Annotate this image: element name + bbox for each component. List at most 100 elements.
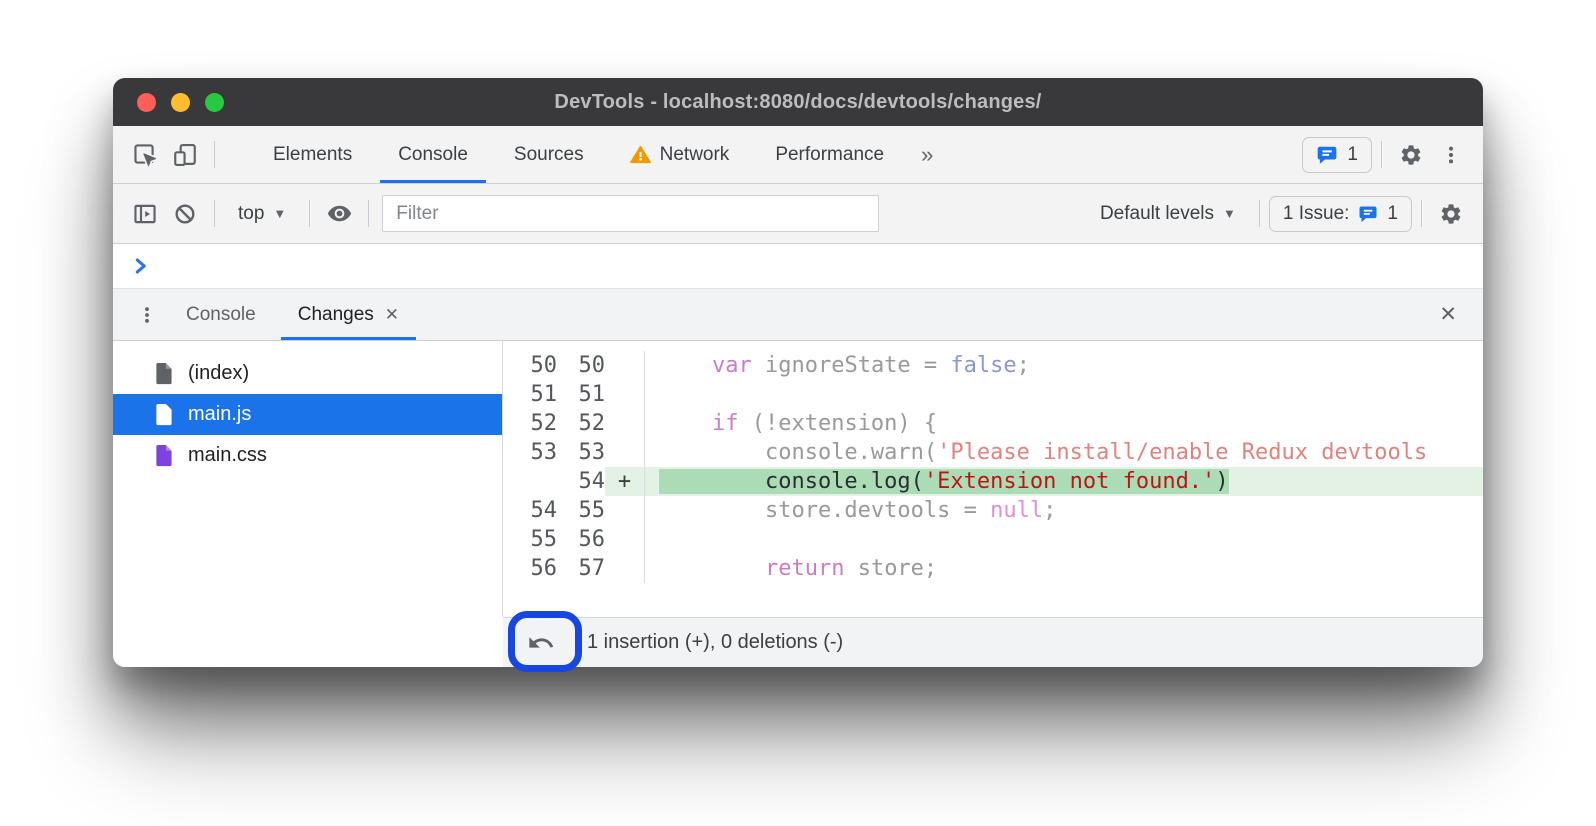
chat-badge-button[interactable]: 1 (1302, 137, 1372, 173)
toolbar-divider (309, 200, 310, 227)
code-token: store; (844, 556, 937, 581)
javascript-context-dropdown[interactable]: top ▼ (224, 203, 300, 225)
inspect-element-button[interactable] (125, 135, 165, 175)
window-title: DevTools - localhost:8080/docs/devtools/… (113, 91, 1483, 114)
tab-elements[interactable]: Elements (250, 126, 375, 183)
close-drawer-button[interactable]: ✕ (1429, 296, 1467, 333)
revert-changes-button[interactable] (519, 621, 563, 665)
tab-console[interactable]: Console (375, 126, 491, 183)
log-levels-dropdown[interactable]: Default levels ▼ (1086, 203, 1250, 225)
eye-icon (326, 200, 353, 227)
code-line: store.devtools = null; (645, 496, 1483, 525)
chat-bubble-icon (1316, 144, 1338, 166)
line-number-after: 53 (557, 438, 605, 467)
file-name: main.css (188, 444, 267, 467)
drawer-menu-button[interactable] (129, 289, 165, 340)
traffic-lights (137, 78, 224, 126)
inspect-icon (132, 142, 158, 168)
context-label: top (238, 203, 264, 225)
console-toolbar-right-group: Default levels ▼ 1 Issue: 1 (1086, 194, 1471, 234)
file-icon (154, 362, 173, 385)
diff-marker: + (605, 467, 645, 496)
code-line (645, 380, 1483, 409)
kebab-menu-icon (1440, 144, 1462, 166)
code-line: if (!extension) { (645, 409, 1483, 438)
toolbar-divider (368, 200, 369, 227)
console-sidebar-icon (132, 201, 158, 227)
code-token (659, 411, 712, 436)
tab-label: Elements (273, 144, 352, 166)
file-row-main.js[interactable]: main.js (113, 394, 502, 435)
tab-network[interactable]: Network (607, 126, 753, 183)
diff-marker (605, 351, 645, 380)
diff-marker (605, 496, 645, 525)
device-toolbar-icon (172, 142, 198, 168)
line-number-before: 53 (503, 438, 557, 467)
device-toolbar-button[interactable] (165, 135, 205, 175)
code-token: if (712, 411, 739, 436)
code-token: store.devtools = (659, 498, 990, 523)
console-toolbar: top ▼ Default levels ▼ 1 I (113, 184, 1483, 244)
line-number-after: 56 (557, 525, 605, 554)
diff-marker (605, 554, 645, 583)
chat-badge-count: 1 (1347, 144, 1358, 166)
diff-row-55: 5455 store.devtools = null; (503, 496, 1483, 525)
kebab-menu-button[interactable] (1431, 135, 1471, 175)
issues-button[interactable]: 1 Issue: 1 (1269, 196, 1412, 232)
line-number-before: 50 (503, 351, 557, 380)
diff-row-52: 5252 if (!extension) { (503, 409, 1483, 438)
changes-panel: (index) main.js main.css 5050 var ignoreSt… (113, 341, 1483, 617)
code-token: ; (1043, 498, 1056, 523)
console-sidebar-toggle-button[interactable] (125, 194, 165, 234)
file-name: (index) (188, 362, 249, 385)
more-tabs-button[interactable]: » (907, 142, 947, 168)
console-settings-button[interactable] (1431, 194, 1471, 234)
drawer-tab-label: Changes (298, 304, 374, 326)
code-token: (!extension) { (738, 411, 937, 436)
create-live-expression-button[interactable] (319, 194, 359, 234)
code-line: console.warn('Please install/enable Redu… (645, 438, 1483, 467)
diff-row-50: 5050 var ignoreState = false; (503, 351, 1483, 380)
diff-row-56: 5556 (503, 525, 1483, 554)
devtools-window: DevTools - localhost:8080/docs/devtools/… (113, 78, 1483, 667)
line-number-before: 54 (503, 496, 557, 525)
line-number-before (503, 467, 557, 496)
main-tab-strip: Elements ConsoleSourcesNetwork Performance (250, 126, 907, 183)
clear-console-button[interactable] (165, 194, 205, 234)
close-tab-icon[interactable]: ✕ (385, 305, 399, 325)
toolbar-divider (1381, 141, 1382, 168)
toolbar-divider (1421, 200, 1422, 227)
diff-marker (605, 525, 645, 554)
drawer-tab-changes[interactable]: Changes ✕ (277, 289, 420, 340)
footer-spacer (113, 617, 503, 667)
gear-icon (1399, 143, 1423, 167)
line-number-before: 56 (503, 554, 557, 583)
filter-input[interactable] (382, 195, 879, 232)
tab-sources[interactable]: Sources (491, 126, 607, 183)
log-levels-label: Default levels (1100, 203, 1214, 225)
code-line: return store; (645, 554, 1483, 583)
diff-row-54: 54+ console.log('Extension not found.') (503, 467, 1483, 496)
file-row-index[interactable]: (index) (113, 353, 502, 394)
tab-label: Performance (775, 144, 884, 166)
chevron-down-icon: ▼ (1223, 206, 1236, 221)
changes-footer: 1 insertion (+), 0 deletions (-) (113, 617, 1483, 667)
minimize-window-button[interactable] (171, 93, 190, 112)
line-number-before: 51 (503, 380, 557, 409)
console-prompt[interactable] (113, 244, 1483, 289)
issues-count: 1 (1387, 203, 1398, 225)
drawer-tab-label: Console (186, 304, 256, 326)
drawer-tab-console[interactable]: Console (165, 289, 277, 340)
file-row-main.css[interactable]: main.css (113, 435, 502, 476)
code-token: ) (1215, 469, 1228, 494)
diff-marker (605, 380, 645, 409)
file-name: main.js (188, 403, 251, 426)
close-window-button[interactable] (137, 93, 156, 112)
kebab-menu-icon (137, 305, 157, 325)
settings-button[interactable] (1391, 135, 1431, 175)
zoom-window-button[interactable] (205, 93, 224, 112)
diff-row-53: 5353 console.warn('Please install/enable… (503, 438, 1483, 467)
file-icon (154, 403, 173, 426)
chat-bubble-icon (1358, 204, 1378, 224)
tab-performance[interactable]: Performance (752, 126, 907, 183)
